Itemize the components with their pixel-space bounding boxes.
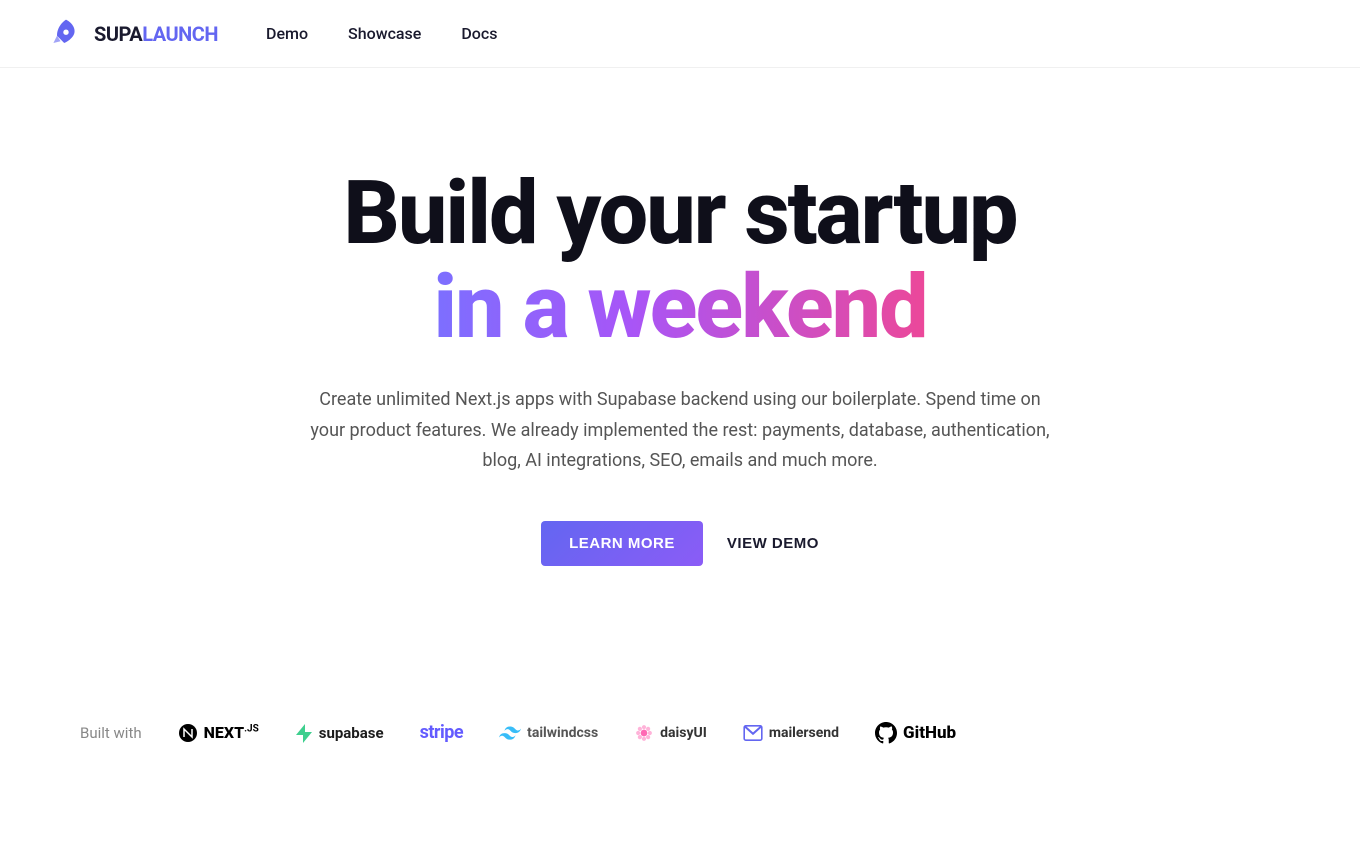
mailersend-icon — [743, 725, 763, 741]
github-icon — [875, 722, 897, 744]
rocket-icon — [48, 16, 84, 52]
daisyui-logo: daisyUI — [634, 723, 707, 743]
nav-showcase-link[interactable]: Showcase — [348, 24, 421, 43]
daisyui-icon — [634, 723, 654, 743]
logo-text: SUPALAUNCH — [94, 22, 218, 46]
view-demo-button[interactable]: VIEW DEMO — [727, 535, 819, 552]
hero-subtitle: Create unlimited Next.js apps with Supab… — [300, 385, 1060, 477]
mailersend-logo: mailersend — [743, 725, 839, 741]
stripe-text: stripe — [420, 722, 464, 743]
hero-buttons: LEARN MORE VIEW DEMO — [541, 521, 819, 566]
tech-logos: NEXT.JS supabase stripe tailwindcss — [178, 722, 956, 744]
tailwind-icon — [499, 726, 521, 740]
built-with-label: Built with — [80, 724, 142, 742]
github-logo: GitHub — [875, 722, 956, 744]
navbar: SUPALAUNCH Demo Showcase Docs — [0, 0, 1360, 68]
hero-section: Build your startup in a weekend Create u… — [0, 68, 1360, 626]
logo-link[interactable]: SUPALAUNCH — [48, 16, 218, 52]
hero-title-line2: in a weekend — [433, 260, 926, 357]
stripe-logo: stripe — [420, 722, 464, 743]
supabase-logo: supabase — [295, 723, 384, 743]
nav-docs-link[interactable]: Docs — [461, 24, 497, 43]
built-with-section: Built with NEXT.JS supabase stripe t — [0, 686, 1360, 780]
tailwind-logo: tailwindcss — [499, 725, 598, 741]
nav-links: Demo Showcase Docs — [266, 24, 497, 43]
learn-more-button[interactable]: LEARN MORE — [541, 521, 703, 566]
nav-demo-link[interactable]: Demo — [266, 24, 308, 43]
nextjs-logo: NEXT.JS — [178, 723, 259, 743]
hero-title-line1: Build your startup — [343, 168, 1016, 260]
supabase-icon — [295, 723, 313, 743]
nextjs-icon — [178, 723, 198, 743]
